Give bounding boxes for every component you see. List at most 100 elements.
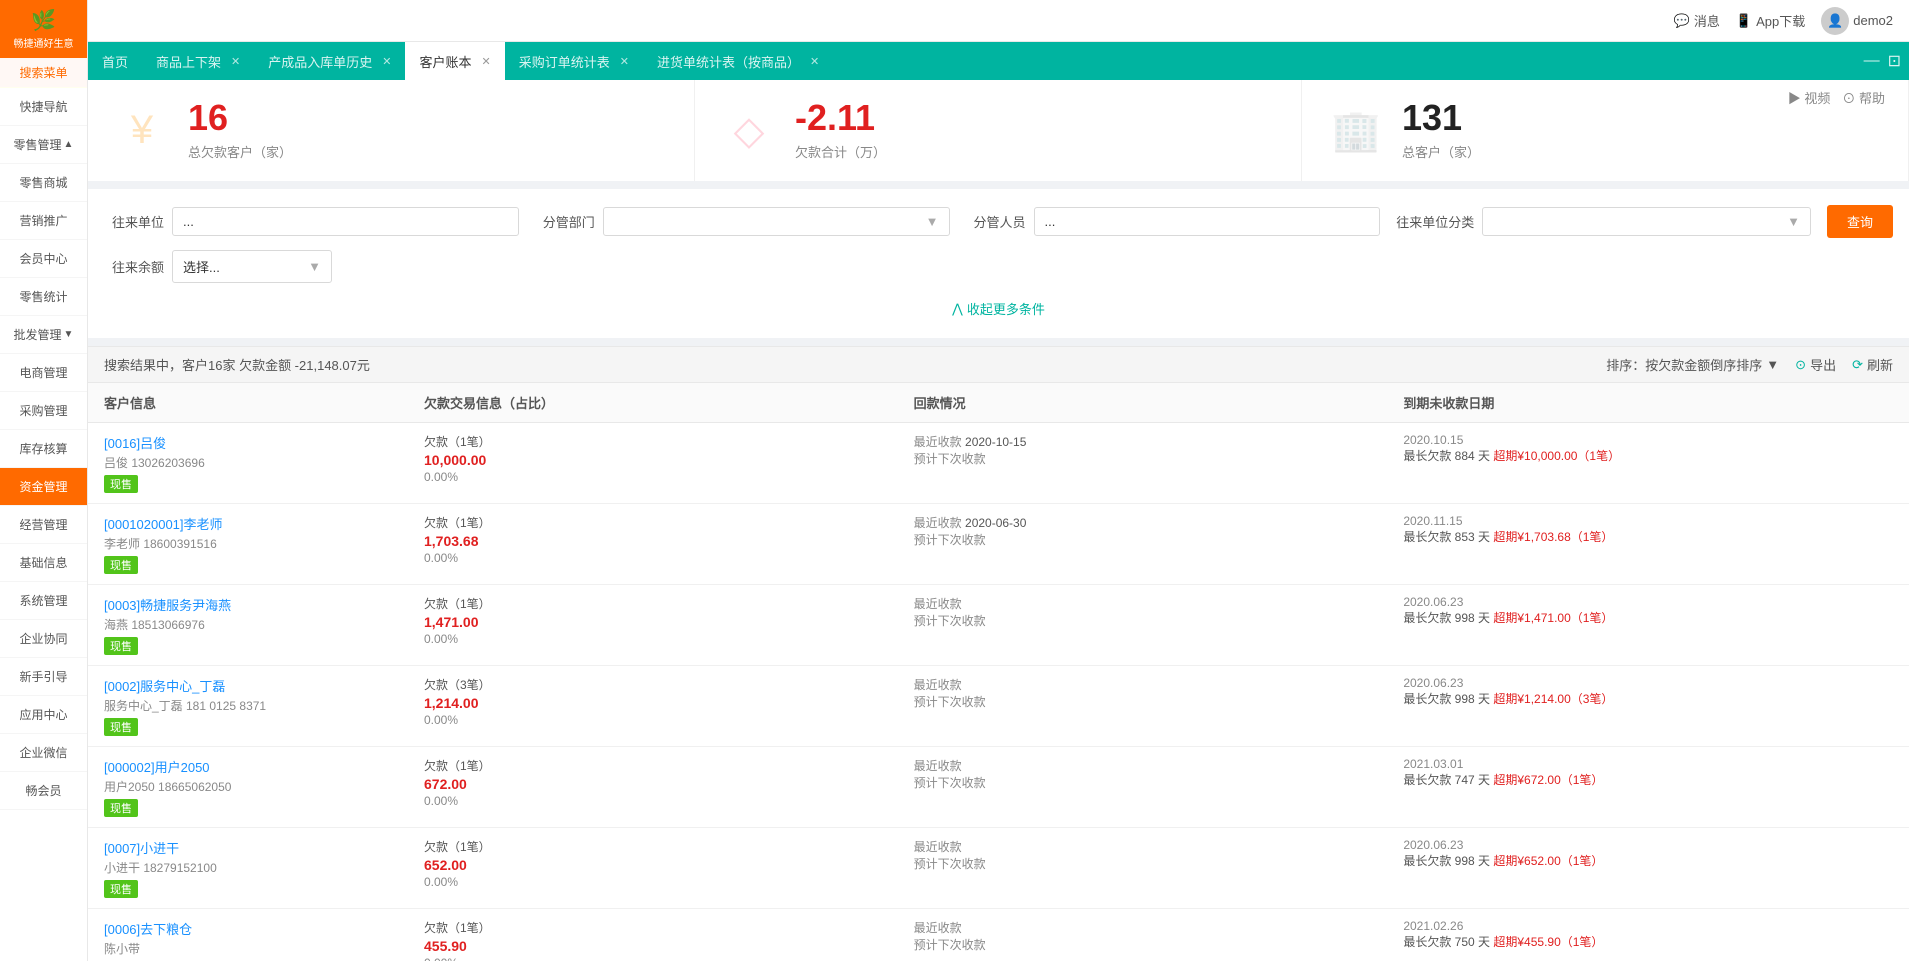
customer-name-4[interactable]: [000002]用户2050: [104, 757, 424, 776]
tab-home[interactable]: 首页: [88, 42, 142, 80]
sidebar-item-inventory[interactable]: 库存核算: [0, 430, 87, 468]
overdue-link-0[interactable]: 超期¥10,000.00（1笔）: [1493, 449, 1620, 463]
debt-ratio-4: 0.00%: [424, 794, 914, 808]
tab-customer-account[interactable]: 客户账本 ✕: [405, 42, 504, 80]
dept-select[interactable]: ▼: [603, 207, 950, 236]
sidebar-item-app-center[interactable]: 应用中心: [0, 696, 87, 734]
debt-cell-4: 欠款（1笔） 672.00 0.00%: [424, 757, 914, 808]
person-label: 分管人员: [966, 212, 1026, 231]
debt-amount-4[interactable]: 672.00: [424, 776, 914, 792]
sort-selector[interactable]: 排序：按欠款金额倒序排序 ▼: [1606, 355, 1779, 374]
close-icon[interactable]: ✕: [810, 55, 819, 68]
col-header-debt: 欠款交易信息（占比）: [424, 393, 914, 412]
tab-stock-stats[interactable]: 进货单统计表（按商品） ✕: [643, 42, 833, 80]
overdue-days-6: 最长欠款 750 天: [1403, 935, 1490, 949]
next-repay-5: 预计下次收款: [914, 855, 1404, 872]
close-icon[interactable]: ✕: [382, 55, 391, 68]
overdue-link-5[interactable]: 超期¥652.00（1笔）: [1493, 854, 1603, 868]
sidebar-item-retail-mgmt[interactable]: 零售管理 ▲: [0, 126, 87, 164]
next-repay-6: 预计下次收款: [914, 936, 1404, 953]
user-menu[interactable]: 👤 demo2: [1821, 7, 1893, 35]
due-date-4: 2021.03.01: [1403, 757, 1893, 771]
balance-select[interactable]: 选择... ▼: [172, 250, 332, 283]
repay-cell-3: 最近收款 预计下次收款: [914, 676, 1404, 710]
close-icon[interactable]: ✕: [620, 55, 629, 68]
next-repay-0: 预计下次收款: [914, 450, 1404, 467]
maximize-icon[interactable]: ⊡: [1888, 51, 1901, 71]
debt-amount-0[interactable]: 10,000.00: [424, 452, 914, 468]
view-video-button[interactable]: ▶ 视频: [1788, 88, 1831, 107]
tab-product-listing[interactable]: 商品上下架 ✕: [142, 42, 254, 80]
close-icon[interactable]: ✕: [482, 55, 491, 68]
sidebar-item-member-plus[interactable]: 畅会员: [0, 772, 87, 810]
sidebar-item-retail-mall[interactable]: 零售商城: [0, 164, 87, 202]
customer-phone-0: 吕俊 13026203696: [104, 454, 424, 471]
topbar: 💬 消息 📱 App下载 👤 demo2: [88, 0, 1909, 42]
help-button[interactable]: ⊙ 帮助: [1842, 88, 1885, 107]
debt-ratio-0: 0.00%: [424, 470, 914, 484]
tab-production-history[interactable]: 产成品入库单历史 ✕: [254, 42, 405, 80]
sidebar-item-ecommerce[interactable]: 电商管理: [0, 354, 87, 392]
overdue-link-3[interactable]: 超期¥1,214.00（3笔）: [1493, 692, 1613, 706]
sidebar-item-member-center[interactable]: 会员中心: [0, 240, 87, 278]
sidebar-item-finance[interactable]: 资金管理: [0, 468, 87, 506]
app-download-button[interactable]: 📱 App下载: [1736, 11, 1805, 30]
search-button[interactable]: 查询: [1827, 205, 1893, 238]
stats-row: ¥ 16 总欠款客户（家） ◇ -2.11 欠款合计（万） 🏢 131 总客户（…: [88, 80, 1909, 181]
sidebar-item-corp-wx[interactable]: 企业微信: [0, 734, 87, 772]
customer-phone-6: 陈小带: [104, 940, 424, 957]
due-date-5: 2020.06.23: [1403, 838, 1893, 852]
filter-section: 往来单位 ... 分管部门 ▼ 分管人员 ...: [88, 189, 1909, 338]
sidebar: 🌿 畅捷通好生意 搜索菜单 快捷导航 零售管理 ▲ 零售商城 营销推广 会员中心…: [0, 0, 88, 961]
customer-name-2[interactable]: [0003]畅捷服务尹海燕: [104, 595, 424, 614]
minimize-icon[interactable]: —: [1864, 52, 1880, 70]
overdue-link-1[interactable]: 超期¥1,703.68（1笔）: [1493, 530, 1613, 544]
repay-cell-4: 最近收款 预计下次收款: [914, 757, 1404, 791]
sidebar-item-corp-collab[interactable]: 企业协同: [0, 620, 87, 658]
debt-cell-2: 欠款（1笔） 1,471.00 0.00%: [424, 595, 914, 646]
sidebar-item-system[interactable]: 系统管理: [0, 582, 87, 620]
table-row: [0003]畅捷服务尹海燕 海燕 18513066976 现售 欠款（1笔） 1…: [88, 585, 1909, 666]
debt-ratio-6: 0.00%: [424, 956, 914, 961]
export-button[interactable]: ⊙ 导出: [1795, 355, 1836, 374]
message-button[interactable]: 💬 消息: [1674, 11, 1720, 30]
debt-amount-6[interactable]: 455.90: [424, 938, 914, 954]
repay-cell-0: 最近收款 2020-10-15 预计下次收款: [914, 433, 1404, 467]
sidebar-item-retail-stats[interactable]: 零售统计: [0, 278, 87, 316]
customer-name-5[interactable]: [0007]小进干: [104, 838, 424, 857]
customer-name-6[interactable]: [0006]去下粮仓: [104, 919, 424, 938]
close-icon[interactable]: ✕: [231, 55, 240, 68]
chevron-down-icon: ▼: [926, 214, 939, 229]
debt-amount-1[interactable]: 1,703.68: [424, 533, 914, 549]
page-actions: ▶ 视频 ⊙ 帮助: [1788, 88, 1885, 107]
debt-amount-2[interactable]: 1,471.00: [424, 614, 914, 630]
debt-amount-3[interactable]: 1,214.00: [424, 695, 914, 711]
supplier-input[interactable]: ...: [172, 207, 519, 236]
sidebar-item-operation[interactable]: 经营管理: [0, 506, 87, 544]
sidebar-item-marketing[interactable]: 营销推广: [0, 202, 87, 240]
overdue-link-4[interactable]: 超期¥672.00（1笔）: [1493, 773, 1603, 787]
sidebar-item-quick-nav[interactable]: 快捷导航: [0, 88, 87, 126]
sidebar-item-new-guide[interactable]: 新手引导: [0, 658, 87, 696]
sidebar-item-search[interactable]: 搜索菜单: [0, 58, 87, 88]
debt-cell-3: 欠款（3笔） 1,214.00 0.00%: [424, 676, 914, 727]
sidebar-item-wholesale-mgmt[interactable]: 批发管理 ▼: [0, 316, 87, 354]
refresh-icon: ⟳: [1852, 357, 1863, 373]
category-select[interactable]: ▼: [1482, 207, 1811, 236]
money-icon: ¥: [112, 101, 172, 161]
customer-name-1[interactable]: [0001020001]李老师: [104, 514, 424, 533]
collapse-filter-button[interactable]: ⋀ 收起更多条件: [104, 295, 1893, 322]
tab-purchase-stats[interactable]: 采购订单统计表 ✕: [505, 42, 643, 80]
sidebar-item-basic-info[interactable]: 基础信息: [0, 544, 87, 582]
overdue-link-6[interactable]: 超期¥455.90（1笔）: [1493, 935, 1603, 949]
sidebar-item-purchase[interactable]: 采购管理: [0, 392, 87, 430]
due-date-1: 2020.11.15: [1403, 514, 1893, 528]
person-input[interactable]: ...: [1034, 207, 1381, 236]
debt-amount-5[interactable]: 652.00: [424, 857, 914, 873]
customer-name-0[interactable]: [0016]吕俊: [104, 433, 424, 452]
refresh-button[interactable]: ⟳ 刷新: [1852, 355, 1893, 374]
overdue-link-2[interactable]: 超期¥1,471.00（1笔）: [1493, 611, 1613, 625]
customer-name-3[interactable]: [0002]服务中心_丁磊: [104, 676, 424, 695]
repay-cell-5: 最近收款 预计下次收款: [914, 838, 1404, 872]
customer-tag-3: 现售: [104, 718, 138, 736]
